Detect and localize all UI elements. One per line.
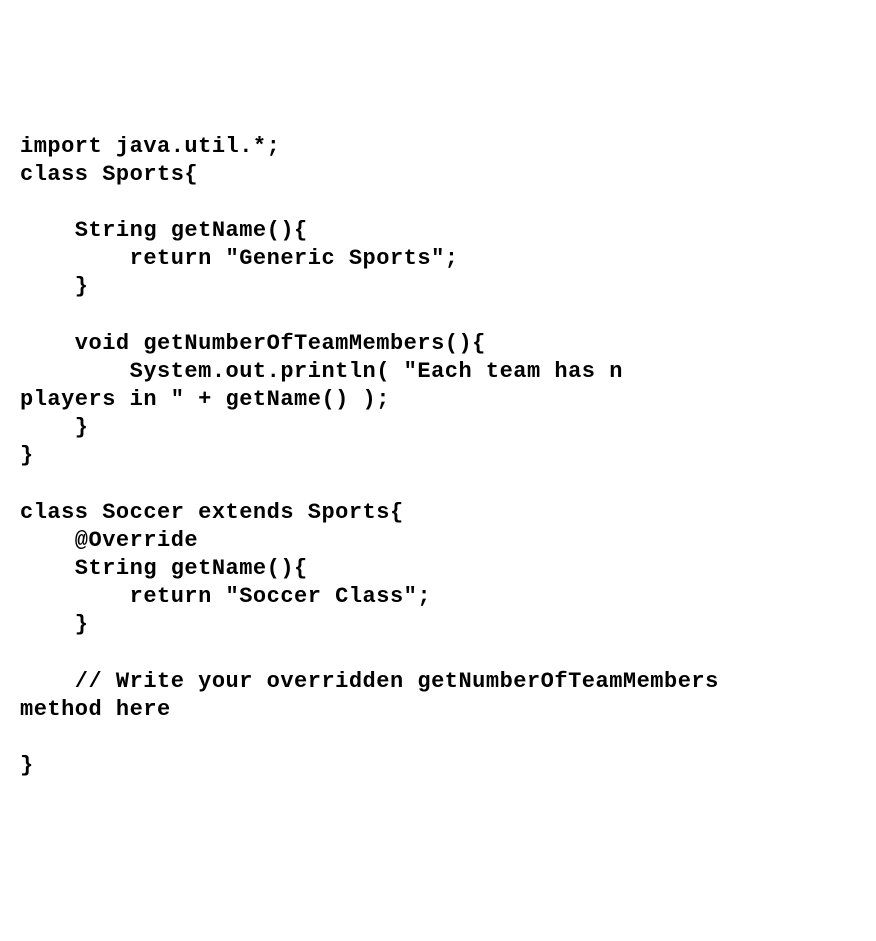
code-line: void getNumberOfTeamMembers(){ [20, 331, 486, 356]
code-line: String getName(){ [20, 218, 308, 243]
code-line: } [20, 443, 34, 468]
code-line: } [20, 612, 89, 637]
code-line: return "Generic Sports"; [20, 246, 458, 271]
code-line: method here [20, 697, 171, 722]
code-line: System.out.println( "Each team has n [20, 359, 623, 384]
code-line: return "Soccer Class"; [20, 584, 431, 609]
code-line: } [20, 415, 89, 440]
code-line: @Override [20, 528, 198, 553]
code-line: String getName(){ [20, 556, 308, 581]
code-line: class Soccer extends Sports{ [20, 500, 404, 525]
code-snippet: import java.util.*; class Sports{ String… [20, 133, 856, 781]
code-line: players in " + getName() ); [20, 387, 390, 412]
code-line: import java.util.*; [20, 134, 280, 159]
code-line: class Sports{ [20, 162, 198, 187]
code-line: // Write your overridden getNumberOfTeam… [20, 669, 719, 694]
code-line: } [20, 274, 89, 299]
code-line: } [20, 753, 34, 778]
